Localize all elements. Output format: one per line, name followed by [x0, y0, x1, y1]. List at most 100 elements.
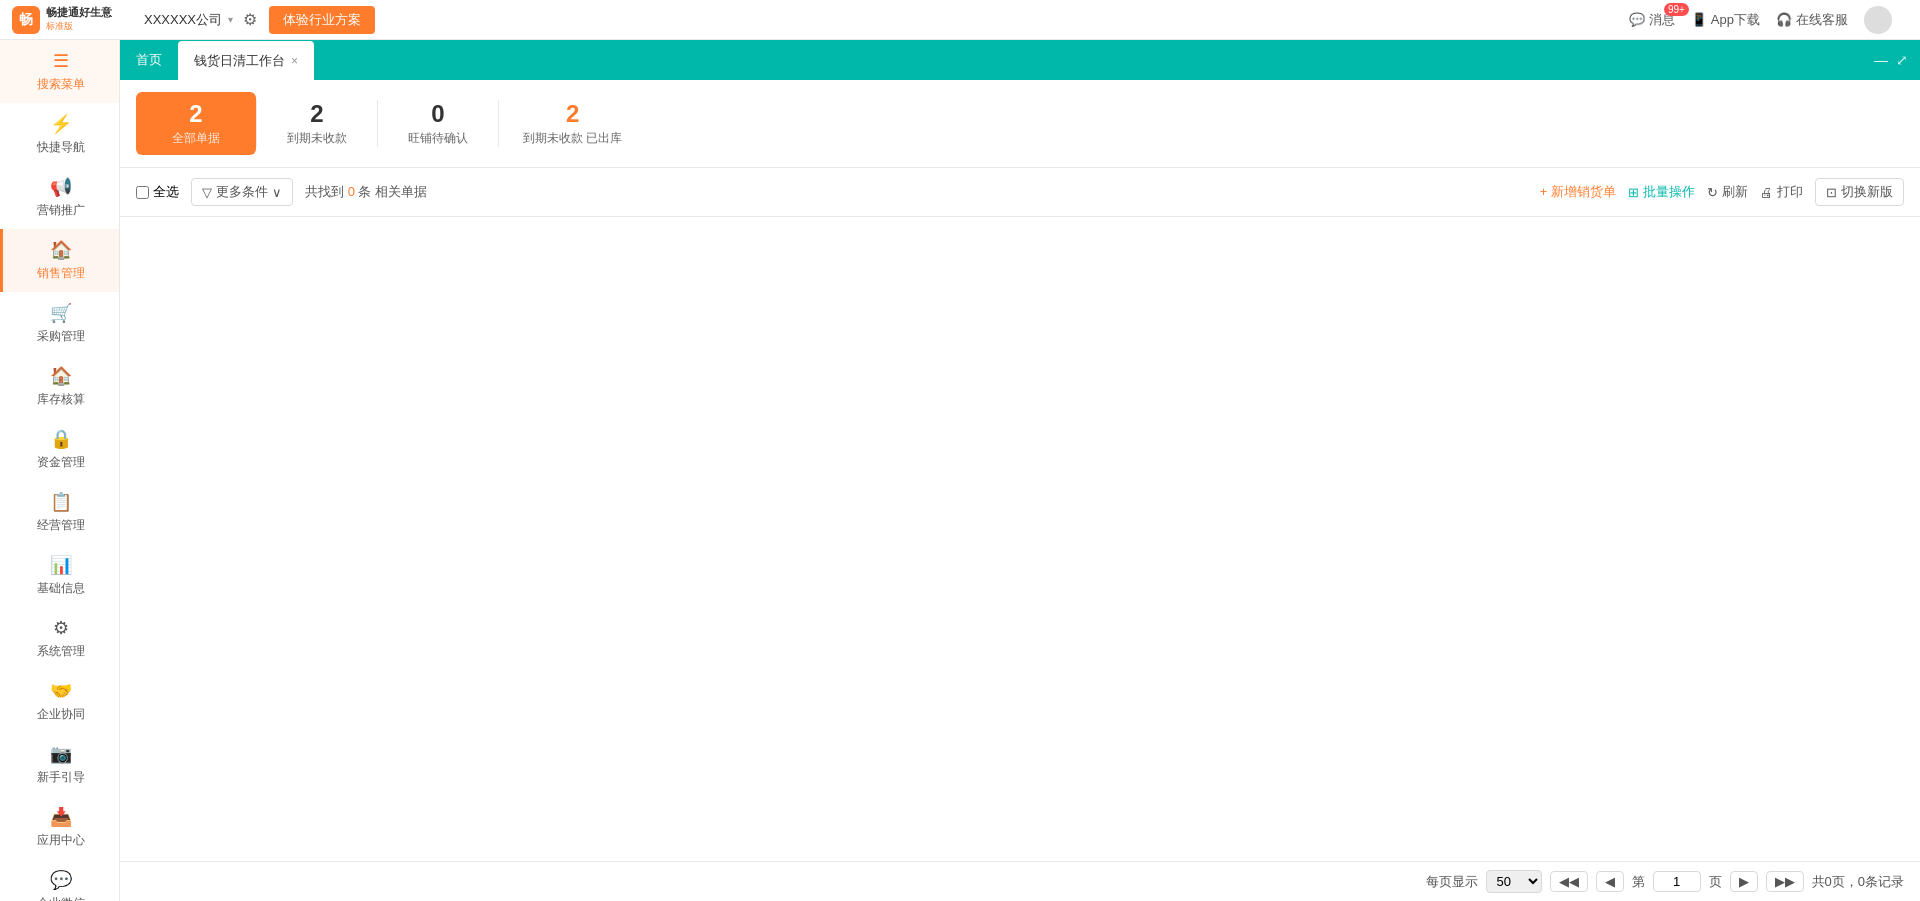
sidebar-label-sales: 销售管理: [37, 265, 85, 282]
batch-button[interactable]: ⊞ 批量操作: [1628, 183, 1695, 201]
system-icon: ⚙: [53, 617, 69, 639]
sidebar-label-system: 系统管理: [37, 643, 85, 660]
logo-main-text: 畅捷通好生意: [46, 6, 112, 19]
switch-version-button[interactable]: ⊡ 切换新版: [1815, 178, 1904, 206]
prev-page-button[interactable]: ◀: [1596, 871, 1624, 892]
stat-card-shipped[interactable]: 2 到期未收款 已出库: [499, 92, 646, 155]
select-all-checkbox[interactable]: 全选: [136, 183, 179, 201]
sidebar-item-quick-nav[interactable]: ⚡ 快捷导航: [0, 103, 119, 166]
message-badge: 99+: [1664, 3, 1689, 16]
refresh-button[interactable]: ↻ 刷新: [1707, 183, 1748, 201]
sidebar-label-inventory: 库存核算: [37, 391, 85, 408]
next-page-button[interactable]: ▶: [1730, 871, 1758, 892]
sidebar-item-marketing[interactable]: 📢 营销推广: [0, 166, 119, 229]
tab-expand-icon[interactable]: ⤢: [1896, 52, 1908, 68]
count-prefix: 共找到: [305, 184, 344, 199]
online-service-label: 在线客服: [1796, 11, 1848, 29]
headset-icon: 🎧: [1776, 12, 1792, 27]
print-label: 打印: [1777, 183, 1803, 201]
stat-card-all[interactable]: 2 全部单据: [136, 92, 256, 155]
stat-card-overdue[interactable]: 2 到期未收款: [257, 92, 377, 155]
beginner-icon: 📷: [50, 743, 72, 765]
online-service-button[interactable]: 🎧 在线客服: [1776, 11, 1848, 29]
filter-icon: ▽: [202, 185, 212, 200]
tab-active[interactable]: 钱货日清工作台 ×: [178, 41, 314, 81]
main-layout: ☰ 搜索菜单 ⚡ 快捷导航 📢 营销推广 🏠 销售管理 🛒 采购管理 🏠 库存核…: [0, 40, 1920, 901]
sidebar-item-sales[interactable]: 🏠 销售管理: [0, 229, 119, 292]
user-avatar[interactable]: [1864, 6, 1892, 34]
filter-label: 更多条件: [216, 183, 268, 201]
app-center-icon: 📥: [50, 806, 72, 828]
toolbar: 全选 ▽ 更多条件 ∨ 共找到 0 条 相关单据 + 新增销货单 ⊞: [120, 168, 1920, 217]
sidebar-item-finance[interactable]: 🔒 资金管理: [0, 418, 119, 481]
quick-nav-icon: ⚡: [50, 113, 72, 135]
sidebar-label-search: 搜索菜单: [37, 76, 85, 93]
sidebar-label-marketing: 营销推广: [37, 202, 85, 219]
toolbar-count: 共找到 0 条 相关单据: [305, 183, 427, 201]
inventory-icon: 🏠: [50, 365, 72, 387]
sidebar-item-system[interactable]: ⚙ 系统管理: [0, 607, 119, 670]
logo-area: 畅 畅捷通好生意 标准版: [12, 6, 132, 34]
message-button[interactable]: 💬 消息 99+: [1629, 11, 1675, 29]
switch-icon: ⊡: [1826, 185, 1837, 200]
tab-minimize-icon[interactable]: —: [1874, 52, 1888, 68]
filter-button[interactable]: ▽ 更多条件 ∨: [191, 178, 293, 206]
sidebar-item-beginner[interactable]: 📷 新手引导: [0, 733, 119, 796]
select-all-label: 全选: [153, 183, 179, 201]
count-value: 0: [348, 184, 355, 199]
company-selector[interactable]: XXXXXX公司 ▾: [144, 11, 233, 29]
operations-icon: 📋: [50, 491, 72, 513]
sidebar-label-purchase: 采购管理: [37, 328, 85, 345]
top-header: 畅 畅捷通好生意 标准版 XXXXXX公司 ▾ ⚙ 体验行业方案 💬 消息 99…: [0, 0, 1920, 40]
table-area: [120, 217, 1920, 861]
stat-num-shipped: 2: [566, 100, 579, 128]
sidebar-item-operations[interactable]: 📋 经营管理: [0, 481, 119, 544]
sidebar-item-inventory[interactable]: 🏠 库存核算: [0, 355, 119, 418]
tab-active-label: 钱货日清工作台: [194, 52, 285, 70]
stat-num-all: 2: [189, 100, 202, 128]
sidebar-label-operations: 经营管理: [37, 517, 85, 534]
sidebar-label-app-center: 应用中心: [37, 832, 85, 849]
logo-sub-text: 标准版: [46, 20, 112, 33]
first-page-button[interactable]: ◀◀: [1550, 871, 1588, 892]
sidebar-item-app-center[interactable]: 📥 应用中心: [0, 796, 119, 859]
enterprise-wechat-icon: 💬: [50, 869, 72, 891]
last-page-button[interactable]: ▶▶: [1766, 871, 1804, 892]
sidebar-item-enterprise[interactable]: 🤝 企业协同: [0, 670, 119, 733]
total-label: 共0页，0条记录: [1812, 873, 1904, 891]
stat-num-overdue: 2: [310, 100, 323, 128]
header-right: 💬 消息 99+ 📱 App下载 🎧 在线客服 ‎: [1629, 6, 1908, 34]
finance-icon: 🔒: [50, 428, 72, 450]
add-button[interactable]: + 新增销货单: [1540, 183, 1616, 201]
related-label: 相关单据: [375, 184, 427, 199]
print-icon: 🖨: [1760, 185, 1773, 200]
stat-card-pending[interactable]: 0 旺铺待确认: [378, 92, 498, 155]
page-size-label: 每页显示: [1426, 873, 1478, 891]
switch-label: 切换新版: [1841, 183, 1893, 201]
print-button[interactable]: 🖨 打印: [1760, 183, 1803, 201]
stat-num-pending: 0: [431, 100, 444, 128]
sidebar-item-enterprise-wechat[interactable]: 💬 企业微信: [0, 859, 119, 901]
trial-button[interactable]: 体验行业方案: [269, 6, 375, 34]
stat-label-pending: 旺铺待确认: [408, 130, 468, 147]
basic-info-icon: 📊: [50, 554, 72, 576]
tab-close-icon[interactable]: ×: [291, 54, 298, 68]
app-download-button[interactable]: 📱 App下载: [1691, 11, 1760, 29]
batch-label: 批量操作: [1643, 183, 1695, 201]
page-size-select[interactable]: 50 100 200: [1486, 870, 1542, 893]
page-input[interactable]: [1653, 871, 1701, 892]
pagination-bar: 每页显示 50 100 200 ◀◀ ◀ 第 页 ▶ ▶▶ 共0页，0条记录: [120, 861, 1920, 901]
enterprise-icon: 🤝: [50, 680, 72, 702]
tab-home[interactable]: 首页: [120, 40, 178, 80]
main-content: 首页 钱货日清工作台 × — ⤢ 2 全部单据 2: [120, 40, 1920, 901]
message-icon: 💬: [1629, 12, 1645, 27]
settings-icon[interactable]: ⚙: [243, 10, 257, 29]
sidebar-item-basic-info[interactable]: 📊 基础信息: [0, 544, 119, 607]
sidebar-item-purchase[interactable]: 🛒 采购管理: [0, 292, 119, 355]
phone-icon: 📱: [1691, 12, 1707, 27]
sidebar-label-finance: 资金管理: [37, 454, 85, 471]
filter-arrow: ∨: [272, 185, 282, 200]
tab-home-label: 首页: [136, 51, 162, 69]
sidebar-item-search[interactable]: ☰ 搜索菜单: [0, 40, 119, 103]
select-all-input[interactable]: [136, 186, 149, 199]
